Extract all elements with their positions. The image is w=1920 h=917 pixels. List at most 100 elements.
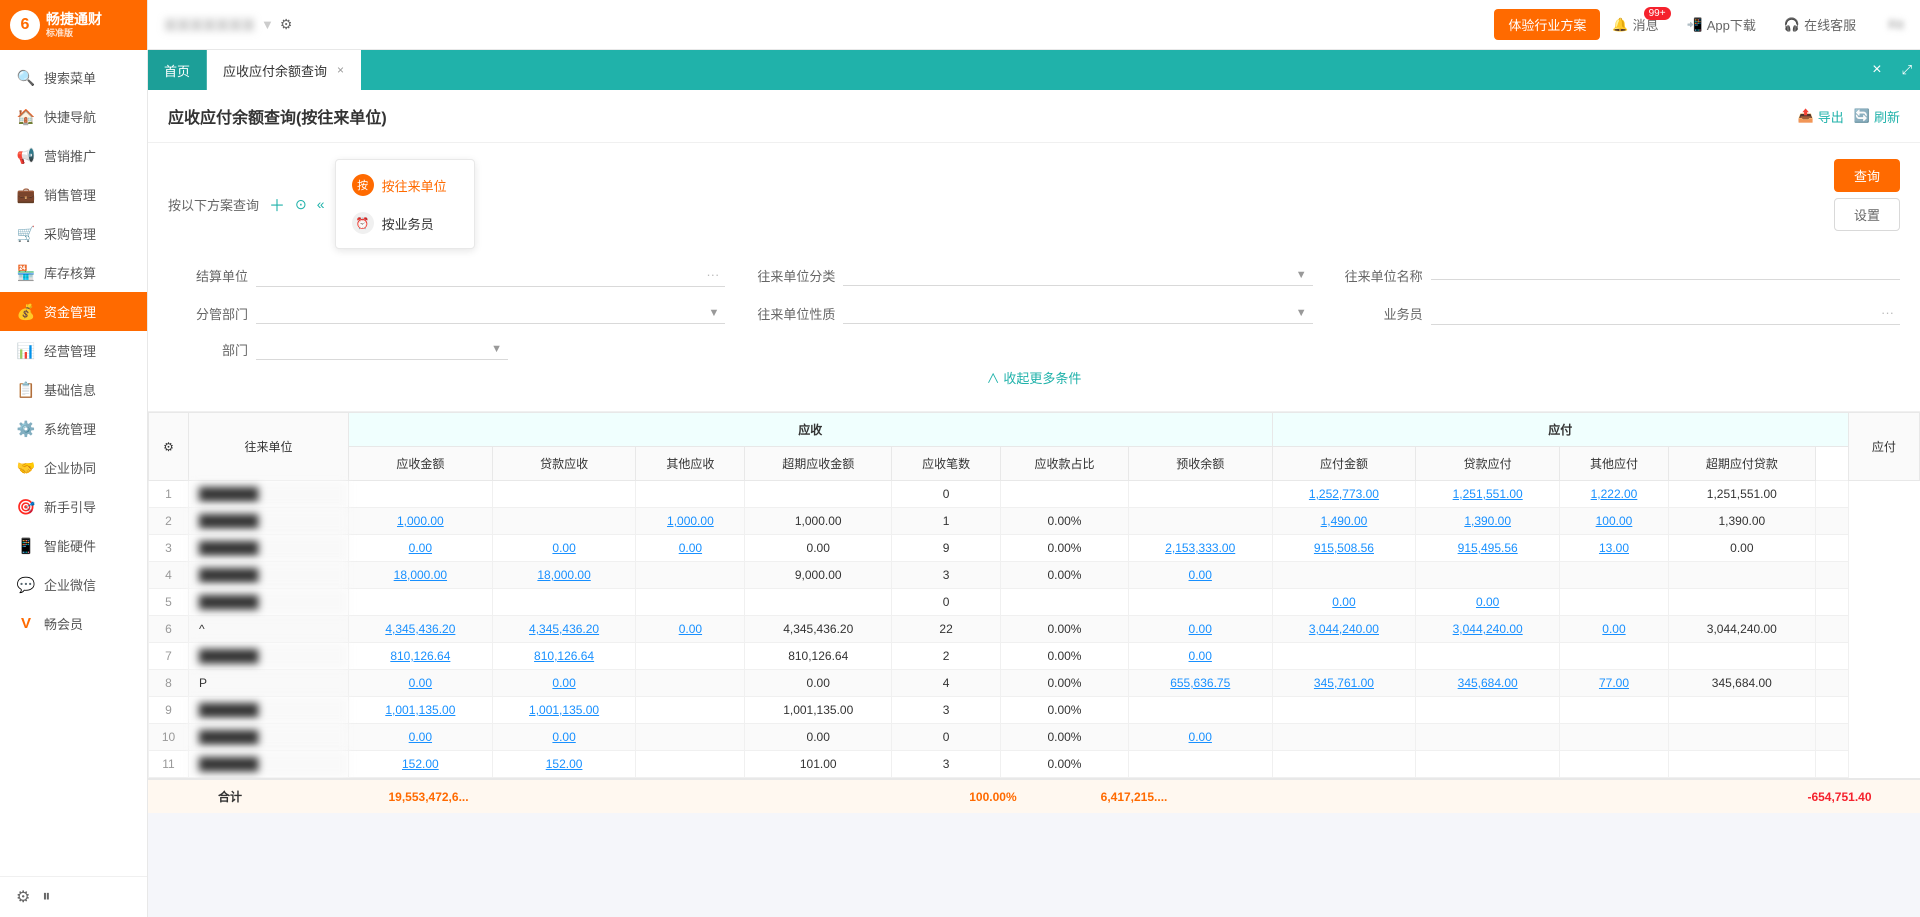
nature-select[interactable]: ▼ bbox=[843, 303, 1312, 324]
row-ap-loan[interactable]: 1,390.00 bbox=[1416, 508, 1560, 535]
row-ap-loan[interactable] bbox=[1416, 697, 1560, 724]
query-button[interactable]: 查询 bbox=[1834, 159, 1900, 192]
scheme-item-partner[interactable]: 按 按往来单位 bbox=[336, 166, 474, 204]
row-ar-prepay[interactable]: 655,636.75 bbox=[1128, 670, 1272, 697]
row-ar-loan[interactable]: 4,345,436.20 bbox=[492, 616, 636, 643]
sidebar-item-inventory[interactable]: 🏪 库存核算 bbox=[0, 253, 147, 292]
filter-prev-button[interactable]: « bbox=[317, 196, 325, 212]
sidebar-collapse-icon[interactable]: ⏸ bbox=[42, 888, 50, 906]
filter-add-button[interactable]: ＋ bbox=[269, 192, 285, 216]
row-ar-prepay[interactable]: 0.00 bbox=[1128, 643, 1272, 670]
table-settings-icon[interactable]: ⚙ bbox=[163, 440, 174, 454]
setting-button[interactable]: 设置 bbox=[1834, 198, 1900, 231]
row-ar-prepay[interactable] bbox=[1128, 751, 1272, 778]
row-ar-amount[interactable] bbox=[349, 481, 493, 508]
header-settings-icon[interactable]: ⚙ bbox=[280, 16, 293, 33]
row-ap-loan[interactable] bbox=[1416, 724, 1560, 751]
row-ap-loan[interactable] bbox=[1416, 643, 1560, 670]
row-ar-loan[interactable]: 152.00 bbox=[492, 751, 636, 778]
scheme-item-salesperson[interactable]: ⏰ 按业务员 bbox=[336, 204, 474, 242]
row-ap-other[interactable] bbox=[1560, 589, 1669, 616]
row-ap-other[interactable]: 0.00 bbox=[1560, 616, 1669, 643]
row-ar-loan[interactable] bbox=[492, 481, 636, 508]
row-ap-amount[interactable] bbox=[1272, 697, 1416, 724]
department-select[interactable]: ▼ bbox=[256, 339, 508, 360]
row-ap-other[interactable]: 77.00 bbox=[1560, 670, 1669, 697]
row-ar-amount[interactable]: 0.00 bbox=[349, 670, 493, 697]
row-ap-amount[interactable]: 0.00 bbox=[1272, 589, 1416, 616]
category-select[interactable]: ▼ bbox=[843, 265, 1312, 286]
row-ar-loan[interactable]: 0.00 bbox=[492, 535, 636, 562]
row-ap-loan[interactable]: 915,495.56 bbox=[1416, 535, 1560, 562]
sidebar-item-finance[interactable]: 💰 资金管理 bbox=[0, 292, 147, 331]
message-button[interactable]: 🔔 消息 99+ bbox=[1612, 15, 1658, 34]
salesperson-dots-icon[interactable]: ··· bbox=[1881, 305, 1894, 320]
row-ap-other[interactable]: 100.00 bbox=[1560, 508, 1669, 535]
sidebar-item-system[interactable]: ⚙️ 系统管理 bbox=[0, 409, 147, 448]
sidebar-item-hardware[interactable]: 📱 智能硬件 bbox=[0, 526, 147, 565]
settlement-input[interactable]: ··· bbox=[256, 263, 725, 287]
online-service-button[interactable]: 🎧 在线客服 bbox=[1784, 15, 1856, 34]
row-ap-amount[interactable]: 345,761.00 bbox=[1272, 670, 1416, 697]
row-ar-prepay[interactable] bbox=[1128, 508, 1272, 535]
partner-name-input[interactable] bbox=[1431, 271, 1900, 280]
row-ar-amount[interactable]: 0.00 bbox=[349, 535, 493, 562]
sidebar-item-wechat[interactable]: 💬 企业微信 bbox=[0, 565, 147, 604]
row-ar-amount[interactable]: 4,345,436.20 bbox=[349, 616, 493, 643]
row-ar-loan[interactable]: 0.00 bbox=[492, 724, 636, 751]
settlement-dots-icon[interactable]: ··· bbox=[706, 267, 719, 282]
tab-fullscreen-button[interactable]: ⤢ bbox=[1894, 50, 1920, 90]
row-ap-amount[interactable] bbox=[1272, 562, 1416, 589]
row-ap-loan[interactable]: 0.00 bbox=[1416, 589, 1560, 616]
sidebar-item-purchase[interactable]: 🛒 采购管理 bbox=[0, 214, 147, 253]
row-ap-amount[interactable] bbox=[1272, 751, 1416, 778]
sidebar-item-search[interactable]: 🔍 搜索菜单 bbox=[0, 58, 147, 97]
trial-button[interactable]: 体验行业方案 bbox=[1494, 9, 1600, 40]
row-ap-amount[interactable]: 1,252,773.00 bbox=[1272, 481, 1416, 508]
row-ar-amount[interactable] bbox=[349, 589, 493, 616]
row-ar-other[interactable] bbox=[636, 589, 745, 616]
export-button[interactable]: 📤 导出 bbox=[1798, 107, 1844, 126]
row-ap-other[interactable] bbox=[1560, 697, 1669, 724]
row-ap-loan[interactable]: 345,684.00 bbox=[1416, 670, 1560, 697]
row-ar-amount[interactable]: 152.00 bbox=[349, 751, 493, 778]
row-ap-loan[interactable]: 3,044,240.00 bbox=[1416, 616, 1560, 643]
row-ar-other[interactable] bbox=[636, 670, 745, 697]
col-settings[interactable]: ⚙ bbox=[149, 413, 189, 481]
row-ap-amount[interactable] bbox=[1272, 643, 1416, 670]
row-ar-loan[interactable] bbox=[492, 589, 636, 616]
row-ap-loan[interactable] bbox=[1416, 562, 1560, 589]
row-ap-other[interactable]: 1,222.00 bbox=[1560, 481, 1669, 508]
row-ar-amount[interactable]: 18,000.00 bbox=[349, 562, 493, 589]
row-ap-other[interactable] bbox=[1560, 562, 1669, 589]
salesperson-input[interactable]: ··· bbox=[1431, 301, 1900, 325]
row-ar-other[interactable] bbox=[636, 643, 745, 670]
sidebar-settings-icon[interactable]: ⚙ bbox=[16, 887, 30, 907]
row-ap-other[interactable] bbox=[1560, 724, 1669, 751]
row-ap-amount[interactable]: 915,508.56 bbox=[1272, 535, 1416, 562]
row-ar-amount[interactable]: 0.00 bbox=[349, 724, 493, 751]
filter-target-button[interactable]: ⊙ bbox=[295, 196, 307, 213]
row-ar-other[interactable]: 0.00 bbox=[636, 535, 745, 562]
sidebar-item-coop[interactable]: 🤝 企业协同 bbox=[0, 448, 147, 487]
table-wrapper[interactable]: ⚙ 往来单位 应收 应付 应付 应收金额 贷款应收 其他应收 超期应收金额 应收… bbox=[148, 412, 1920, 778]
sidebar-item-vip[interactable]: V 畅会员 bbox=[0, 604, 147, 643]
row-ap-other[interactable] bbox=[1560, 751, 1669, 778]
row-ar-amount[interactable]: 1,000.00 bbox=[349, 508, 493, 535]
row-ap-amount[interactable] bbox=[1272, 724, 1416, 751]
row-ar-prepay[interactable]: 0.00 bbox=[1128, 562, 1272, 589]
row-ap-amount[interactable]: 1,490.00 bbox=[1272, 508, 1416, 535]
row-ap-loan[interactable] bbox=[1416, 751, 1560, 778]
row-ar-amount[interactable]: 1,001,135.00 bbox=[349, 697, 493, 724]
filter-collapse-button[interactable]: ∧ 收起更多条件 bbox=[168, 360, 1900, 395]
sidebar-item-sales[interactable]: 💼 销售管理 bbox=[0, 175, 147, 214]
row-ar-loan[interactable]: 810,126.64 bbox=[492, 643, 636, 670]
tab-close-icon[interactable]: × bbox=[337, 63, 344, 77]
row-ar-other[interactable] bbox=[636, 724, 745, 751]
row-ar-other[interactable]: 0.00 bbox=[636, 616, 745, 643]
tab-close-button[interactable]: × bbox=[1860, 50, 1893, 90]
sidebar-item-quick[interactable]: 🏠 快捷导航 bbox=[0, 97, 147, 136]
row-ap-other[interactable]: 13.00 bbox=[1560, 535, 1669, 562]
row-ar-loan[interactable] bbox=[492, 508, 636, 535]
row-ar-prepay[interactable]: 2,153,333.00 bbox=[1128, 535, 1272, 562]
